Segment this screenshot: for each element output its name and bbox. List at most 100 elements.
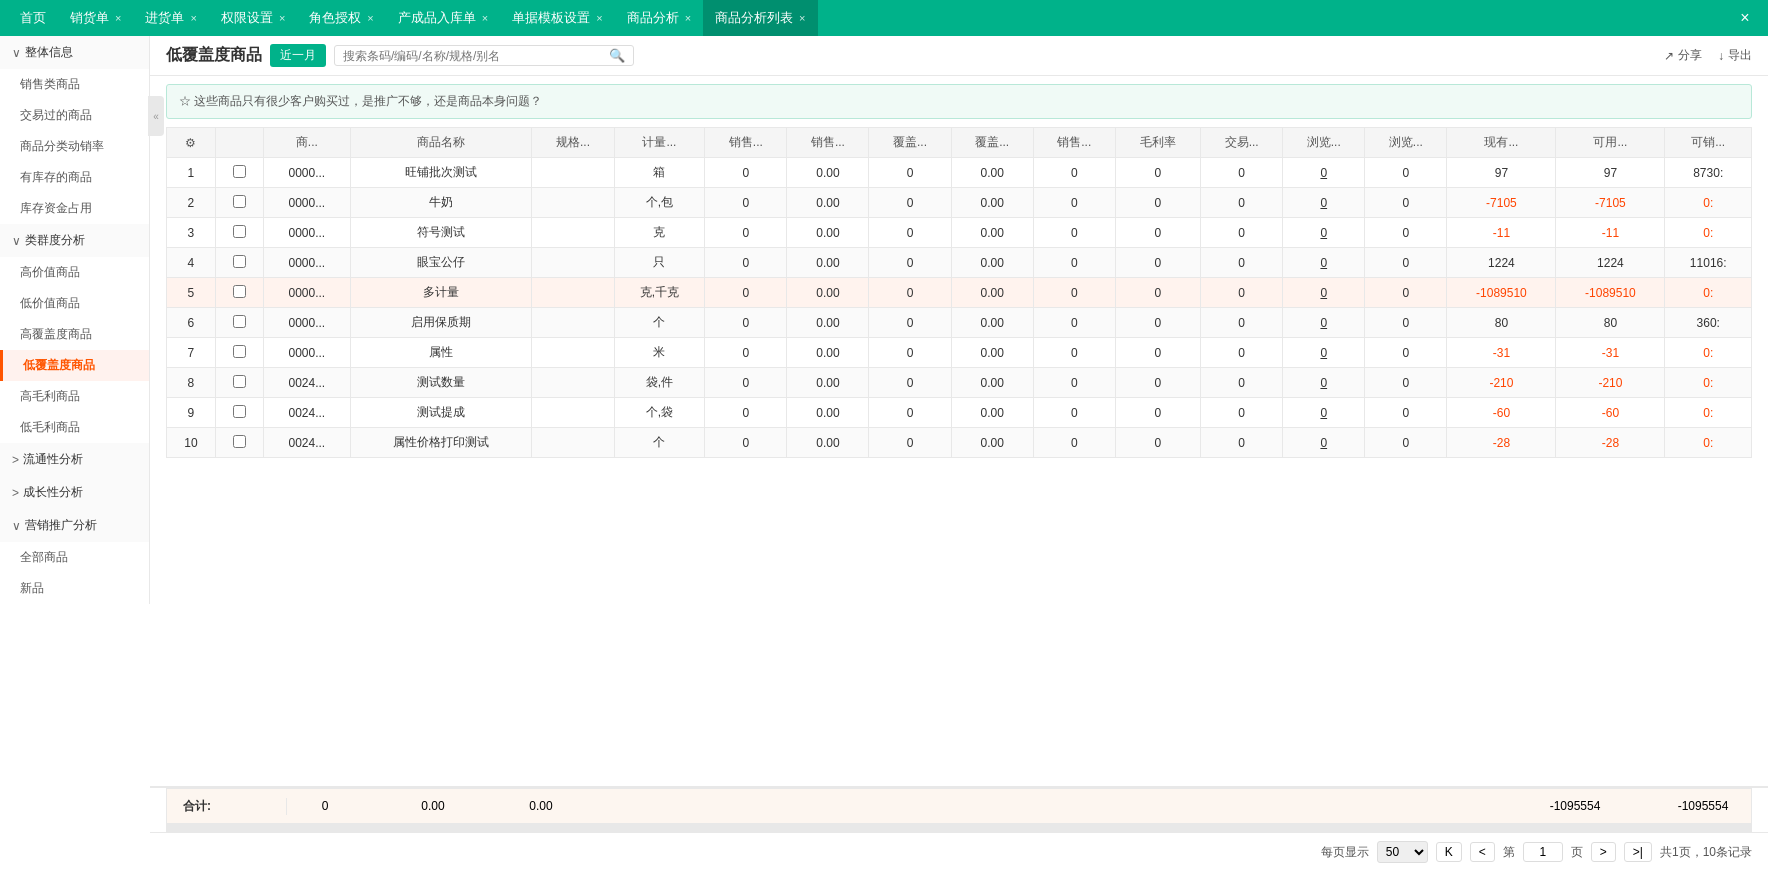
cell-sales_qty: 0 — [705, 218, 787, 248]
col-header-settings[interactable]: ⚙ — [167, 128, 216, 158]
totals-available: -1095554 — [1663, 799, 1743, 813]
sidebar-item-库存资金占用[interactable]: 库存资金占用 — [0, 193, 149, 224]
cell-browse1[interactable]: 0 — [1283, 398, 1365, 428]
nav-item-商品分析列表[interactable]: 商品分析列表 × — [703, 0, 817, 36]
cell-browse1[interactable]: 0 — [1283, 188, 1365, 218]
col-header-checkbox[interactable] — [215, 128, 263, 158]
col-header-saleable[interactable]: 可销... — [1665, 128, 1752, 158]
row-checkbox[interactable] — [233, 165, 246, 178]
col-header-browse1[interactable]: 浏览... — [1283, 128, 1365, 158]
sidebar-section-整体信息[interactable]: ∨整体信息 — [0, 36, 149, 69]
sidebar-item-低覆盖度商品[interactable]: 低覆盖度商品 — [0, 350, 149, 381]
sidebar-item-新品[interactable]: 新品 — [0, 573, 149, 604]
cell-name: 属性价格打印测试 — [350, 428, 532, 458]
nav-close-进货单[interactable]: × — [190, 12, 196, 24]
nav-close-权限设置[interactable]: × — [279, 12, 285, 24]
share-button[interactable]: ↗ 分享 — [1664, 47, 1702, 64]
row-checkbox[interactable] — [233, 375, 246, 388]
nav-close-商品分析列表[interactable]: × — [799, 12, 805, 24]
col-header-trade[interactable]: 交易... — [1201, 128, 1283, 158]
col-header-sales_amt[interactable]: 销售... — [787, 128, 869, 158]
col-header-available[interactable]: 可用... — [1556, 128, 1665, 158]
cell-unit: 米 — [614, 338, 705, 368]
row-checkbox[interactable] — [233, 285, 246, 298]
cell-gross_margin: 0 — [1115, 338, 1200, 368]
sidebar-item-高价值商品[interactable]: 高价值商品 — [0, 257, 149, 288]
horizontal-scrollbar[interactable] — [166, 824, 1752, 832]
nav-close-销货单[interactable]: × — [115, 12, 121, 24]
nav-item-产成品入库单[interactable]: 产成品入库单 × — [386, 0, 500, 36]
window-close-button[interactable]: × — [1730, 3, 1760, 33]
sidebar-item-低毛利商品[interactable]: 低毛利商品 — [0, 412, 149, 443]
sidebar-item-高覆盖度商品[interactable]: 高覆盖度商品 — [0, 319, 149, 350]
nav-item-首页[interactable]: 首页 — [8, 0, 58, 36]
sidebar-item-交易过的商品[interactable]: 交易过的商品 — [0, 100, 149, 131]
cell-browse1[interactable]: 0 — [1283, 338, 1365, 368]
col-header-current_stock[interactable]: 现有... — [1447, 128, 1556, 158]
col-header-name[interactable]: 商品名称 — [350, 128, 532, 158]
page-input[interactable] — [1523, 842, 1563, 862]
sidebar-section-营销推广分析[interactable]: ∨营销推广分析 — [0, 509, 149, 542]
row-checkbox[interactable] — [233, 435, 246, 448]
cell-spec — [532, 368, 614, 398]
sidebar-section-类群度分析[interactable]: ∨类群度分析 — [0, 224, 149, 257]
next-page-button[interactable]: > — [1591, 842, 1616, 862]
first-page-button[interactable]: K — [1436, 842, 1462, 862]
cell-browse1[interactable]: 0 — [1283, 308, 1365, 338]
row-checkbox[interactable] — [233, 345, 246, 358]
nav-close-商品分析[interactable]: × — [685, 12, 691, 24]
nav-item-销货单[interactable]: 销货单 × — [58, 0, 133, 36]
sidebar-item-有库存的商品[interactable]: 有库存的商品 — [0, 162, 149, 193]
search-icon[interactable]: 🔍 — [609, 48, 625, 63]
cell-browse1[interactable]: 0 — [1283, 248, 1365, 278]
col-header-gross_margin[interactable]: 毛利率 — [1115, 128, 1200, 158]
cell-checkbox — [215, 158, 263, 188]
cell-browse1[interactable]: 0 — [1283, 218, 1365, 248]
cell-gross_margin: 0 — [1115, 188, 1200, 218]
row-checkbox[interactable] — [233, 225, 246, 238]
nav-item-角色授权[interactable]: 角色授权 × — [297, 0, 385, 36]
sidebar-collapse-button[interactable]: « — [148, 96, 164, 136]
row-checkbox[interactable] — [233, 405, 246, 418]
totals-sales-qty: 0 — [295, 799, 355, 813]
nav-item-权限设置[interactable]: 权限设置 × — [209, 0, 297, 36]
col-header-code[interactable]: 商... — [264, 128, 350, 158]
cell-browse1[interactable]: 0 — [1283, 428, 1365, 458]
sidebar-item-销售类商品[interactable]: 销售类商品 — [0, 69, 149, 100]
export-button[interactable]: ↓ 导出 — [1718, 47, 1752, 64]
col-header-browse2[interactable]: 浏览... — [1365, 128, 1447, 158]
col-header-sales3[interactable]: 销售... — [1033, 128, 1115, 158]
col-header-spec[interactable]: 规格... — [532, 128, 614, 158]
cell-browse1[interactable]: 0 — [1283, 278, 1365, 308]
sidebar-item-低价值商品[interactable]: 低价值商品 — [0, 288, 149, 319]
row-checkbox[interactable] — [233, 315, 246, 328]
search-input[interactable] — [343, 49, 609, 63]
nav-item-进货单[interactable]: 进货单 × — [133, 0, 208, 36]
sidebar-section-成长性分析[interactable]: >成长性分析 — [0, 476, 149, 509]
sidebar-section-流通性分析[interactable]: >流通性分析 — [0, 443, 149, 476]
sidebar-item-高毛利商品[interactable]: 高毛利商品 — [0, 381, 149, 412]
col-header-cover1[interactable]: 覆盖... — [869, 128, 951, 158]
cell-sales_amt: 0.00 — [787, 398, 869, 428]
last-page-button[interactable]: >| — [1624, 842, 1652, 862]
date-filter-button[interactable]: 近一月 — [270, 44, 326, 67]
nav-close-产成品入库单[interactable]: × — [482, 12, 488, 24]
cell-browse1[interactable]: 0 — [1283, 368, 1365, 398]
row-checkbox[interactable] — [233, 255, 246, 268]
cell-name: 属性 — [350, 338, 532, 368]
prev-page-button[interactable]: < — [1470, 842, 1495, 862]
nav-close-角色授权[interactable]: × — [367, 12, 373, 24]
sidebar-item-全部商品[interactable]: 全部商品 — [0, 542, 149, 573]
col-header-sales_qty[interactable]: 销售... — [705, 128, 787, 158]
nav-item-商品分析[interactable]: 商品分析 × — [615, 0, 703, 36]
sidebar-section-arrow: ∨ — [12, 234, 21, 248]
sidebar-item-商品分类动销率[interactable]: 商品分类动销率 — [0, 131, 149, 162]
per-page-select[interactable]: 2050100 — [1377, 841, 1428, 863]
nav-item-单据模板设置[interactable]: 单据模板设置 × — [500, 0, 614, 36]
col-header-unit[interactable]: 计量... — [614, 128, 705, 158]
row-checkbox[interactable] — [233, 195, 246, 208]
cell-browse1[interactable]: 0 — [1283, 158, 1365, 188]
col-header-cover2[interactable]: 覆盖... — [951, 128, 1033, 158]
nav-close-单据模板设置[interactable]: × — [596, 12, 602, 24]
content-area: 低覆盖度商品 近一月 🔍 ↗ 分享 ↓ 导出 ☆ 这些商品只有很少客户购买过，是… — [150, 36, 1768, 871]
